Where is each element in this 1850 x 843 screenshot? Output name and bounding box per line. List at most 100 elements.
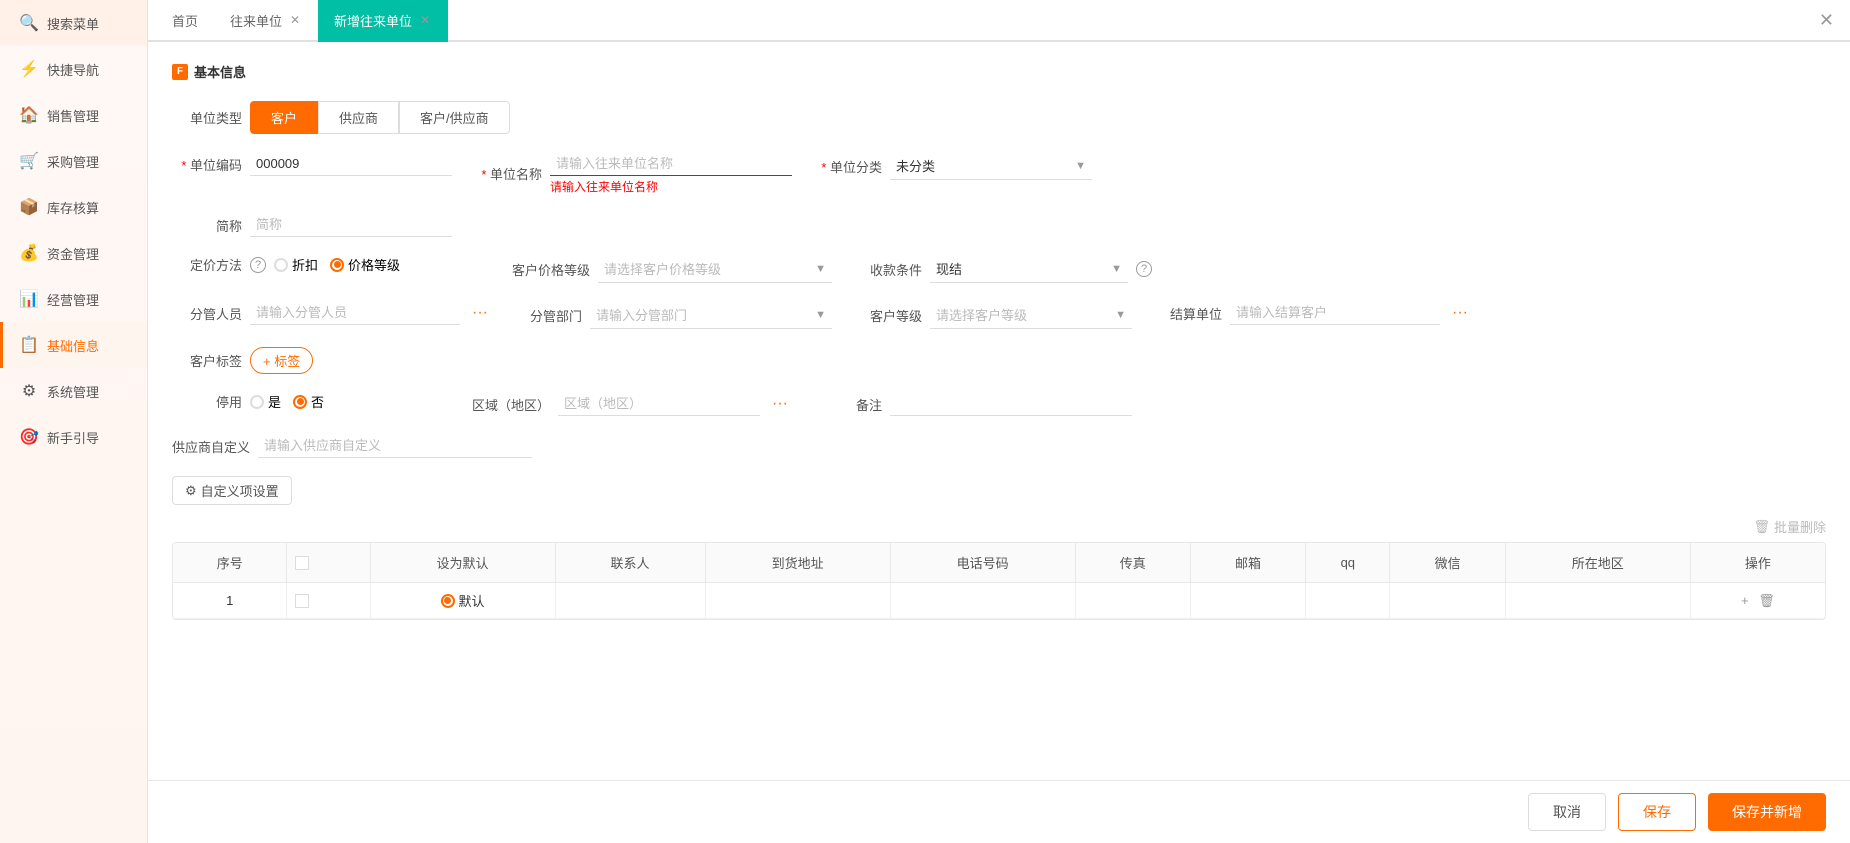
- row-add-btn[interactable]: +: [1741, 593, 1749, 608]
- settlement-label: 结算单位: [1152, 304, 1222, 323]
- radio-no-dot: [297, 398, 304, 405]
- region-dots-btn[interactable]: ···: [768, 395, 792, 413]
- department-select[interactable]: 请输入分管部门 ▼: [590, 301, 832, 329]
- radio-discount-circle: [274, 258, 288, 272]
- pricing-label: 定价方法: [172, 255, 242, 274]
- table-header-row: 序号 设为默认 联系人 到货地址 电话号码 传真 邮箱 qq 微信 所在地区 操…: [173, 543, 1825, 583]
- sidebar-item-inventory[interactable]: 📦 库存核算: [0, 184, 147, 230]
- tab-bar-close-btn[interactable]: ✕: [1811, 10, 1842, 31]
- contacts-table-container: 序号 设为默认 联系人 到货地址 电话号码 传真 邮箱 qq 微信 所在地区 操…: [172, 542, 1826, 620]
- pricing-row: 定价方法 ? 折扣 价格等级 客户价格等级: [172, 255, 1826, 283]
- unit-type-row: 单位类型 客户 供应商 客户/供应商: [172, 101, 1826, 134]
- region-label: 区域（地区）: [472, 395, 550, 414]
- cell-action: + 🗑: [1690, 583, 1825, 619]
- settlement-input[interactable]: [1230, 301, 1440, 325]
- radio-discount[interactable]: 折扣: [274, 255, 318, 274]
- remarks-input[interactable]: [890, 392, 1132, 416]
- save-new-button[interactable]: 保存并新增: [1708, 793, 1826, 831]
- sidebar-item-system[interactable]: ⚙ 系统管理: [0, 368, 147, 414]
- tab-home[interactable]: 首页: [156, 0, 214, 42]
- add-tag-btn[interactable]: + 标签: [250, 347, 313, 374]
- cell-contact[interactable]: [555, 583, 705, 619]
- radio-yes[interactable]: 是: [250, 392, 281, 411]
- short-name-row: 简称: [172, 213, 1826, 237]
- cell-wechat[interactable]: [1390, 583, 1505, 619]
- table-row: 1 默认: [173, 583, 1825, 619]
- region-input[interactable]: [558, 392, 760, 416]
- sidebar-item-label: 搜索菜单: [47, 14, 99, 33]
- tab-new-unit-close[interactable]: ✕: [418, 13, 432, 27]
- payment-terms-label: 收款条件: [852, 260, 922, 279]
- batch-delete-icon: 🗑: [1753, 519, 1770, 535]
- cell-email[interactable]: [1190, 583, 1305, 619]
- sidebar-item-operations[interactable]: 📊 经营管理: [0, 276, 147, 322]
- row-default-radio[interactable]: 默认: [379, 591, 547, 610]
- payment-help-icon[interactable]: ?: [1136, 261, 1152, 277]
- col-contact: 联系人: [555, 543, 705, 583]
- row-default-circle: [441, 594, 455, 608]
- sidebar-item-basic-info[interactable]: 📋 基础信息: [0, 322, 147, 368]
- col-region: 所在地区: [1505, 543, 1690, 583]
- payment-terms-select[interactable]: 现结 ▼: [930, 255, 1128, 283]
- supplier-custom-label: 供应商自定义: [172, 437, 250, 456]
- cell-region[interactable]: [1505, 583, 1690, 619]
- disabled-field: 停用 是 否: [172, 392, 452, 411]
- cell-fax[interactable]: [1075, 583, 1190, 619]
- cell-checkbox[interactable]: [287, 583, 370, 619]
- sidebar-item-sales[interactable]: 🏠 销售管理: [0, 92, 147, 138]
- quick-nav-icon: ⚡: [19, 59, 39, 79]
- type-btn-supplier[interactable]: 供应商: [318, 101, 399, 134]
- select-all-checkbox[interactable]: [295, 556, 309, 570]
- unit-type-label: 单位类型: [172, 108, 242, 127]
- cell-address[interactable]: [705, 583, 890, 619]
- cell-qq[interactable]: [1306, 583, 1390, 619]
- customer-level-label: 客户等级: [852, 306, 922, 325]
- sidebar-item-search[interactable]: 🔍 搜索菜单: [0, 0, 147, 46]
- type-btn-both[interactable]: 客户/供应商: [399, 101, 510, 134]
- code-name-category-row: 单位编码 单位名称 请输入往来单位名称 单位分类 未分类 ▼: [172, 152, 1826, 195]
- short-name-input[interactable]: [250, 213, 452, 237]
- customer-level-select[interactable]: 请选择客户等级 ▼: [930, 301, 1132, 329]
- pricing-help-icon[interactable]: ?: [250, 257, 266, 273]
- cell-phone[interactable]: [890, 583, 1075, 619]
- unit-category-label: 单位分类: [812, 157, 882, 176]
- form-content: F 基本信息 单位类型 客户 供应商 客户/供应商 单位编码 单位名称: [148, 42, 1850, 780]
- short-name-label: 简称: [172, 216, 242, 235]
- col-email: 邮箱: [1190, 543, 1305, 583]
- customer-price-level-select[interactable]: 请选择客户价格等级 ▼: [598, 255, 832, 283]
- radio-price-level-circle: [330, 258, 344, 272]
- tab-units[interactable]: 往来单位 ✕: [214, 0, 318, 42]
- guide-icon: 🎯: [19, 427, 39, 447]
- sidebar-item-purchase[interactable]: 🛒 采购管理: [0, 138, 147, 184]
- type-btn-customer[interactable]: 客户: [250, 101, 318, 134]
- row-checkbox[interactable]: [295, 594, 309, 608]
- radio-no[interactable]: 否: [293, 392, 324, 411]
- supplier-custom-input[interactable]: [258, 434, 532, 458]
- settlement-dots-btn[interactable]: ···: [1448, 304, 1472, 322]
- cell-default[interactable]: 默认: [370, 583, 555, 619]
- batch-delete-label[interactable]: 批量删除: [1774, 517, 1826, 536]
- sidebar-item-guide[interactable]: 🎯 新手引导: [0, 414, 147, 460]
- unit-code-label: 单位编码: [172, 155, 242, 174]
- tab-units-close[interactable]: ✕: [288, 13, 302, 27]
- unit-name-input[interactable]: [550, 152, 792, 176]
- cancel-button[interactable]: 取消: [1528, 793, 1606, 831]
- cell-seq: 1: [173, 583, 287, 619]
- custom-settings-btn[interactable]: ⚙ 自定义项设置: [172, 476, 292, 505]
- remarks-field: 备注: [812, 392, 1132, 416]
- sidebar-item-finance[interactable]: 💰 资金管理: [0, 230, 147, 276]
- manager-input[interactable]: [250, 301, 460, 325]
- tab-new-unit[interactable]: 新增往来单位 ✕: [318, 0, 448, 42]
- save-button[interactable]: 保存: [1618, 793, 1696, 831]
- radio-no-circle: [293, 395, 307, 409]
- col-qq: qq: [1306, 543, 1390, 583]
- sidebar: 🔍 搜索菜单 ⚡ 快捷导航 🏠 销售管理 🛒 采购管理 📦 库存核算 💰 资金管…: [0, 0, 148, 843]
- unit-category-select[interactable]: 未分类 ▼: [890, 152, 1092, 180]
- unit-code-input[interactable]: [250, 152, 452, 176]
- sidebar-item-quick-nav[interactable]: ⚡ 快捷导航: [0, 46, 147, 92]
- radio-price-level[interactable]: 价格等级: [330, 255, 400, 274]
- manager-dots-btn[interactable]: ···: [468, 304, 492, 322]
- operations-icon: 📊: [19, 289, 39, 309]
- dept-arrow-icon: ▼: [815, 309, 826, 321]
- row-delete-btn[interactable]: 🗑: [1758, 593, 1775, 608]
